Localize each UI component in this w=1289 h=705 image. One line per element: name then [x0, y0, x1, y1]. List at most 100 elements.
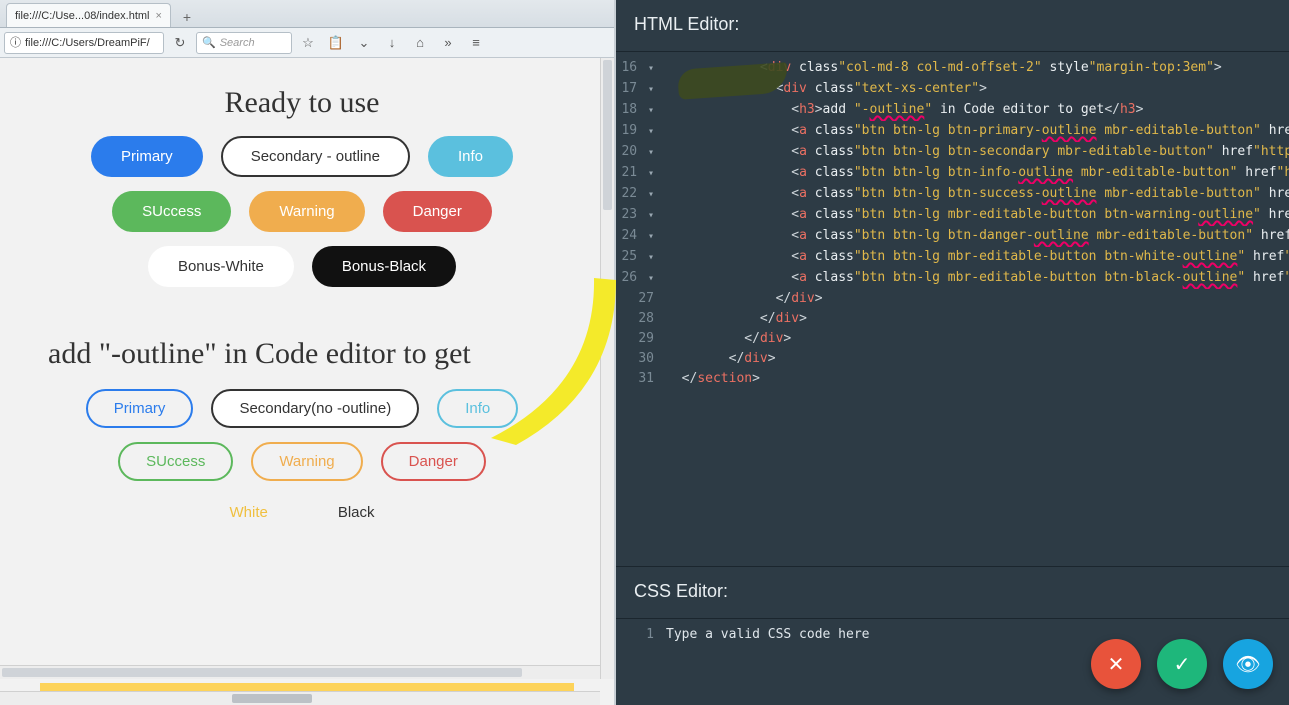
code-line[interactable]: 24 ▾ <a class"btn btn-lg btn-danger-outl…: [616, 226, 1289, 247]
decorative-stripe: [40, 683, 574, 691]
browser-toolbar: ⓘ file:///C:/Users/DreamPiF/ ↻ 🔍 Search …: [0, 28, 614, 58]
code-line[interactable]: 28 </div>: [616, 309, 1289, 329]
line-number: 30: [616, 349, 662, 369]
vertical-scrollbar[interactable]: [600, 58, 614, 679]
code-text: </div>: [662, 309, 1289, 329]
new-tab-button[interactable]: +: [177, 7, 197, 27]
button-row-1: Primary Secondary - outline Info: [30, 136, 574, 177]
warning-button[interactable]: Warning: [249, 191, 364, 232]
css-editor-title: CSS Editor:: [616, 567, 1289, 619]
line-number: 20 ▾: [616, 142, 662, 163]
code-text: <a class"btn btn-lg btn-danger-outline m…: [662, 226, 1289, 247]
tab-title: file:///C:/Use...08/index.html: [15, 10, 150, 22]
code-text: </section>: [662, 369, 1289, 389]
line-number: 28: [616, 309, 662, 329]
star-icon[interactable]: ☆: [296, 31, 320, 55]
line-number: 23 ▾: [616, 205, 662, 226]
code-line[interactable]: 31 </section>: [616, 369, 1289, 389]
tab-strip: file:///C:/Use...08/index.html × +: [0, 0, 614, 28]
browser-tab[interactable]: file:///C:/Use...08/index.html ×: [6, 3, 171, 27]
code-text: </div>: [662, 329, 1289, 349]
primary-button[interactable]: Primary: [91, 136, 203, 177]
close-icon[interactable]: ×: [156, 10, 162, 22]
cancel-button[interactable]: ✕: [1091, 639, 1141, 689]
warning-outline-button[interactable]: Warning: [251, 442, 362, 481]
info-button[interactable]: Info: [428, 136, 513, 177]
code-text: <h3>add "-outline" in Code editor to get…: [662, 100, 1289, 121]
more-icon[interactable]: »: [436, 31, 460, 55]
heading-ready: Ready to use: [30, 86, 574, 120]
pocket-icon[interactable]: ⌄: [352, 31, 376, 55]
code-text: </div>: [662, 289, 1289, 309]
url-bar[interactable]: ⓘ file:///C:/Users/DreamPiF/: [4, 32, 164, 54]
line-number: 17 ▾: [616, 79, 662, 100]
html-editor-title: HTML Editor:: [616, 0, 1289, 52]
code-line[interactable]: 25 ▾ <a class"btn btn-lg mbr-editable-bu…: [616, 247, 1289, 268]
horizontal-scrollbar-outer[interactable]: [0, 691, 600, 705]
line-number: 22 ▾: [616, 184, 662, 205]
bonus-white-button[interactable]: Bonus-White: [148, 246, 294, 287]
code-line[interactable]: 30 </div>: [616, 349, 1289, 369]
code-line[interactable]: 21 ▾ <a class"btn btn-lg btn-info-outlin…: [616, 163, 1289, 184]
line-number: 31: [616, 369, 662, 389]
white-outline-button[interactable]: White: [203, 495, 293, 530]
success-outline-button[interactable]: SUccess: [118, 442, 233, 481]
browser-window: file:///C:/Use...08/index.html × + ⓘ fil…: [0, 0, 616, 705]
code-line[interactable]: 26 ▾ <a class"btn btn-lg mbr-editable-bu…: [616, 268, 1289, 289]
button-row-2: SUccess Warning Danger: [30, 191, 574, 232]
code-text: <a class"btn btn-lg mbr-editable-button …: [662, 247, 1289, 268]
code-text: <div class"text-xs-center">: [662, 79, 1289, 100]
url-text: file:///C:/Users/DreamPiF/: [25, 33, 150, 53]
danger-outline-button[interactable]: Danger: [381, 442, 486, 481]
search-input[interactable]: 🔍 Search: [196, 32, 292, 54]
outline-row-2: SUccess Warning Danger: [30, 442, 574, 481]
outline-row-1: Primary Secondary(no -outline) Info: [30, 389, 574, 428]
reload-icon[interactable]: ↻: [168, 31, 192, 55]
code-text: <a class"btn btn-lg mbr-editable-button …: [662, 205, 1289, 226]
heading-outline: add "-outline" in Code editor to get: [30, 337, 574, 371]
search-placeholder: Search: [220, 33, 255, 53]
black-outline-button[interactable]: Black: [312, 495, 401, 530]
secondary-outline-button[interactable]: Secondary(no -outline): [211, 389, 419, 428]
line-number: 26 ▾: [616, 268, 662, 289]
code-text: <a class"btn btn-lg btn-success-outline …: [662, 184, 1289, 205]
bonus-black-button[interactable]: Bonus-Black: [312, 246, 456, 287]
html-code-editor[interactable]: 16 ▾ <div class"col-md-8 col-md-offset-2…: [616, 52, 1289, 566]
code-line[interactable]: 19 ▾ <a class"btn btn-lg btn-primary-out…: [616, 121, 1289, 142]
horizontal-scrollbar-inner[interactable]: [0, 665, 600, 679]
line-number: 29: [616, 329, 662, 349]
line-number: 19 ▾: [616, 121, 662, 142]
editor-panel: HTML Editor: 16 ▾ <div class"col-md-8 co…: [616, 0, 1289, 705]
code-line[interactable]: 29 </div>: [616, 329, 1289, 349]
code-line[interactable]: 27 </div>: [616, 289, 1289, 309]
code-text: <a class"btn btn-lg btn-primary-outline …: [662, 121, 1289, 142]
code-line[interactable]: 17 ▾ <div class"text-xs-center">: [616, 79, 1289, 100]
line-number: 18 ▾: [616, 100, 662, 121]
code-line[interactable]: 18 ▾ <h3>add "-outline" in Code editor t…: [616, 100, 1289, 121]
search-icon: 🔍: [202, 33, 216, 53]
code-line[interactable]: 23 ▾ <a class"btn btn-lg mbr-editable-bu…: [616, 205, 1289, 226]
code-text: </div>: [662, 349, 1289, 369]
clipboard-icon[interactable]: 📋: [324, 31, 348, 55]
code-line[interactable]: 16 ▾ <div class"col-md-8 col-md-offset-2…: [616, 58, 1289, 79]
home-icon[interactable]: ⌂: [408, 31, 432, 55]
code-line[interactable]: 22 ▾ <a class"btn btn-lg btn-success-out…: [616, 184, 1289, 205]
line-number: 16 ▾: [616, 58, 662, 79]
accept-button[interactable]: ✓: [1157, 639, 1207, 689]
info-icon[interactable]: ⓘ: [10, 33, 21, 53]
menu-icon[interactable]: ≡: [464, 31, 488, 55]
success-button[interactable]: SUccess: [112, 191, 231, 232]
danger-button[interactable]: Danger: [383, 191, 492, 232]
preview-button[interactable]: 👁: [1223, 639, 1273, 689]
secondary-button[interactable]: Secondary - outline: [221, 136, 410, 177]
info-outline-button[interactable]: Info: [437, 389, 518, 428]
code-line[interactable]: 20 ▾ <a class"btn btn-lg btn-secondary m…: [616, 142, 1289, 163]
page-preview: Ready to use Primary Secondary - outline…: [0, 58, 614, 705]
line-number: 27: [616, 289, 662, 309]
editor-actions: ✕ ✓ 👁: [1091, 639, 1273, 689]
download-icon[interactable]: ↓: [380, 31, 404, 55]
code-text: <a class"btn btn-lg btn-secondary mbr-ed…: [662, 142, 1289, 163]
primary-outline-button[interactable]: Primary: [86, 389, 194, 428]
button-row-3: Bonus-White Bonus-Black: [30, 246, 574, 287]
code-text: <div class"col-md-8 col-md-offset-2" sty…: [662, 58, 1289, 79]
